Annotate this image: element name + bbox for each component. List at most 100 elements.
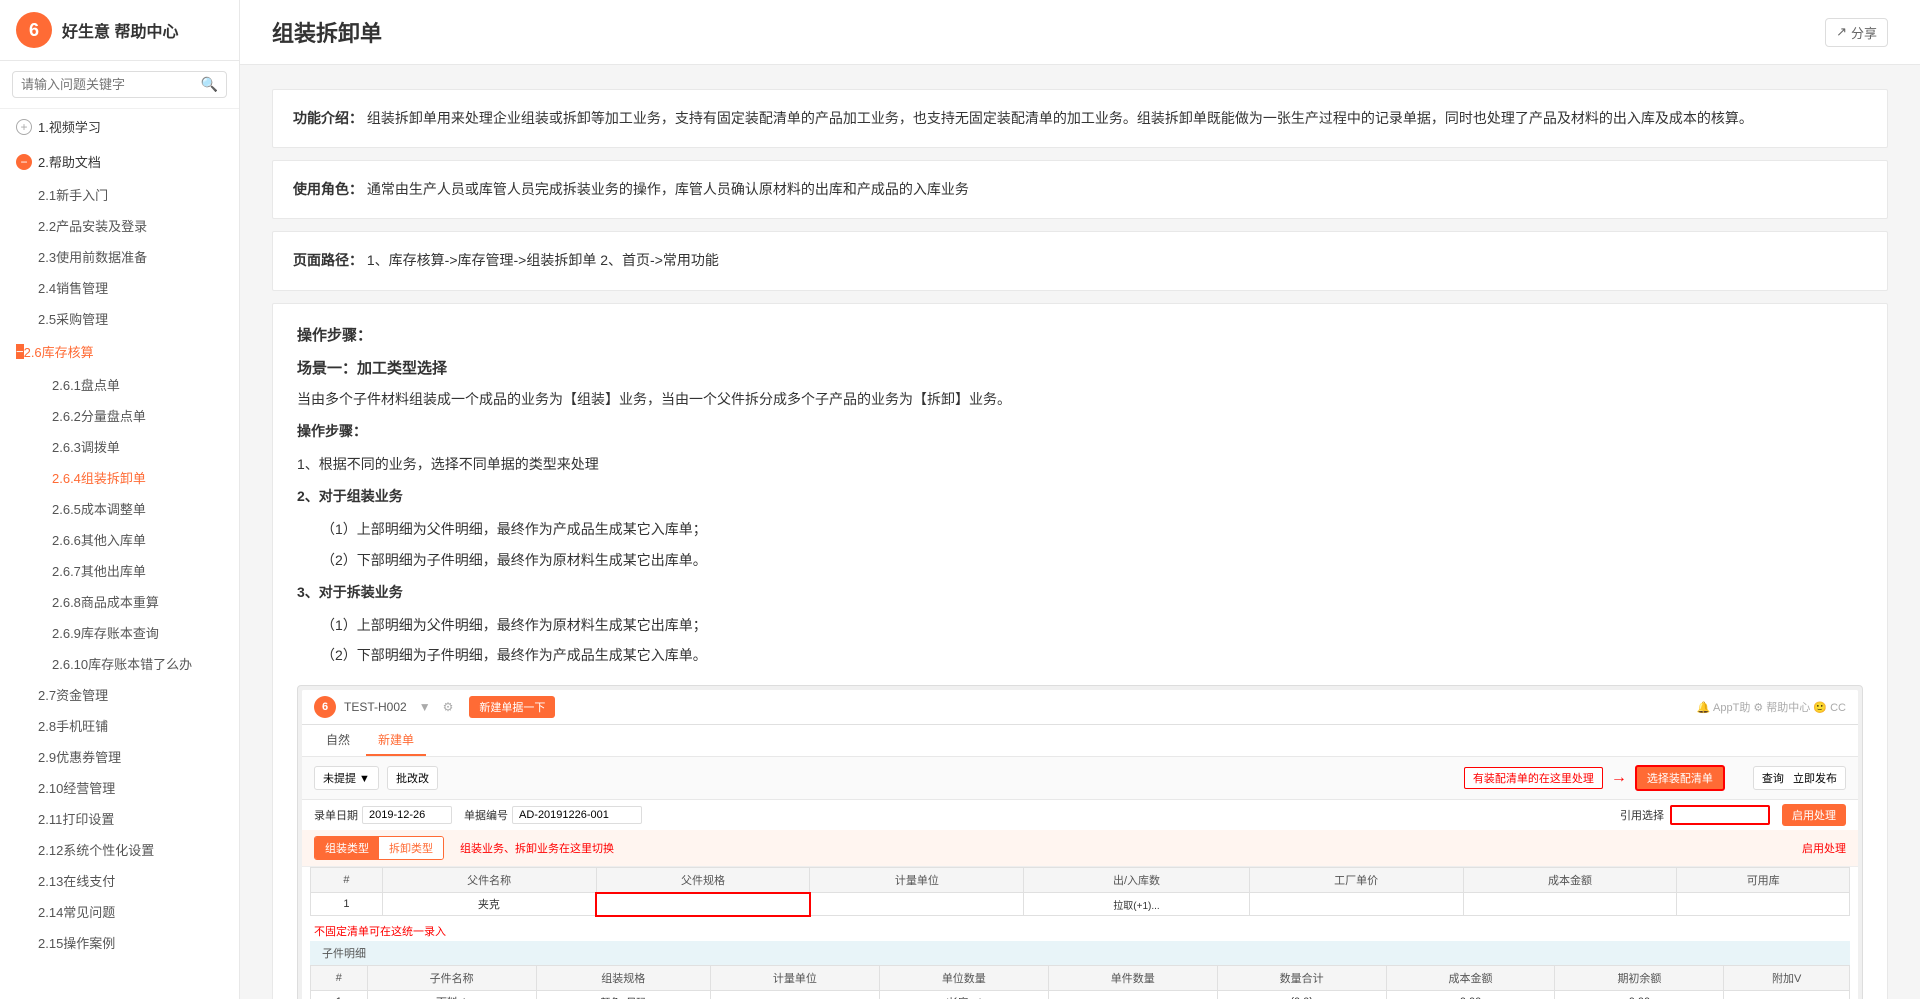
main-content: 组装拆卸单 ↗ 分享 功能介绍： 组装拆卸单用来处理企业组装或拆卸等加工业务，支…: [240, 0, 1920, 999]
mock-btn-status[interactable]: 未提提 ▼: [314, 766, 379, 790]
sidebar-item-2-6-9[interactable]: 2.6.9库存账本查询: [0, 617, 239, 648]
sidebar-item-2-10[interactable]: 2.10经营管理: [0, 772, 239, 803]
sidebar-item-2-6-5[interactable]: 2.6.5成本调整单: [0, 493, 239, 524]
sidebar-item-2-5[interactable]: 2.5采购管理: [0, 303, 239, 334]
mock-tab-2[interactable]: 新建单: [366, 725, 426, 756]
bth-2: 组装规格: [536, 965, 710, 990]
mock-confirm-btn[interactable]: 查询 立即发布: [1753, 766, 1846, 790]
bth-1: 子件名称: [367, 965, 536, 990]
mock-date-input[interactable]: [362, 806, 452, 824]
scene1-desc: 当由多个子件材料组装成一个成品的业务为【组装】业务，当由一个父件拆分成多个子产品…: [297, 386, 1863, 413]
step2-1: （1）上部明细为父件明细，最终作为产成品生成某它入库单；: [321, 516, 1863, 543]
mock-app-id: TEST-H002: [344, 700, 407, 714]
sidebar-item-2-14[interactable]: 2.14常见问题: [0, 896, 239, 927]
bth-6: 数量合计: [1217, 965, 1386, 990]
intro-body: 组装拆卸单用来处理企业组装或拆卸等加工业务，支持有固定装配清单的产品加工业务，也…: [367, 110, 1753, 126]
step2-2: （2）下部明细为子件明细，最终作为原材料生成某它出库单。: [321, 547, 1863, 574]
sidebar-nav: + 1.视频学习 − 2.帮助文档 2.1新手入门 2.2产品安装及登录 2.3…: [0, 109, 239, 999]
sidebar-item-help[interactable]: − 2.帮助文档: [0, 144, 239, 179]
screenshot-container: 6 TEST-H002 ▼ ⚙ 新建单据一下 🔔 AppT助 ⚙ 帮助中心 🙂 …: [297, 685, 1863, 999]
sidebar-item-label: 1.视频学习: [38, 117, 101, 136]
mock-annotation-row: 不固定清单可在这统一录入: [302, 921, 1858, 941]
sidebar-item-2-15[interactable]: 2.15操作案例: [0, 927, 239, 958]
sidebar-item-2-6-10[interactable]: 2.6.10库存账本错了么办: [0, 648, 239, 679]
page-title: 组装拆卸单: [272, 16, 382, 48]
sidebar-item-2-11[interactable]: 2.11打印设置: [0, 803, 239, 834]
sidebar-item-2-8[interactable]: 2.8手机旺铺: [0, 710, 239, 741]
sidebar-item-2-7[interactable]: 2.7资金管理: [0, 679, 239, 710]
bth-4: 单位数量: [879, 965, 1048, 990]
mock-type-disassemble[interactable]: 拆卸类型: [379, 837, 443, 859]
sidebar-item-2-6-7[interactable]: 2.6.7其他出库单: [0, 555, 239, 586]
th-parent-name: 父件名称: [382, 867, 596, 893]
search-input[interactable]: [21, 77, 201, 92]
mock-code-input[interactable]: [512, 806, 642, 824]
mock-menu-bar: 自然 新建单: [302, 725, 1858, 757]
sidebar-item-2-6-4[interactable]: 2.6.4组装拆卸单: [0, 462, 239, 493]
code-label: 单据编号: [464, 807, 508, 823]
sidebar-item-2-1[interactable]: 2.1新手入门: [0, 179, 239, 210]
share-icon: ↗: [1836, 24, 1847, 40]
th-qty: 出/入库数: [1024, 867, 1249, 893]
annotation3: 组装业务、拆卸业务在这里切换: [460, 840, 614, 856]
mock-select-btn[interactable]: 选择装配清单: [1635, 765, 1725, 791]
mock-btn-batch[interactable]: 批改改: [387, 766, 438, 790]
mock-apply-btn[interactable]: 启用处理: [1782, 804, 1846, 826]
sidebar-item-2-4[interactable]: 2.4销售管理: [0, 272, 239, 303]
mock-select-wrap: 引用选择: [1620, 805, 1770, 825]
intro-card: 功能介绍： 组装拆卸单用来处理企业组装或拆卸等加工业务，支持有固定装配清单的产品…: [272, 89, 1888, 148]
mock-tab-3[interactable]: [430, 733, 454, 747]
role-card: 使用角色： 通常由生产人员或库管人员完成拆装业务的操作，库管人员确认原材料的出库…: [272, 160, 1888, 219]
mock-type-assemble[interactable]: 组装类型: [315, 837, 379, 859]
steps-sub-title: 操作步骤：: [297, 418, 1863, 445]
step1: 1、根据不同的业务，选择不同单据的类型来处理: [297, 451, 1863, 478]
search-icon[interactable]: 🔍: [201, 76, 218, 93]
sidebar-item-2-9[interactable]: 2.9优惠券管理: [0, 741, 239, 772]
page-header: 组装拆卸单 ↗ 分享: [240, 0, 1920, 65]
sidebar-item-2-13[interactable]: 2.13在线支付: [0, 865, 239, 896]
collapse-icon: −: [16, 154, 32, 170]
sidebar-item-2-12[interactable]: 2.12系统个性化设置: [0, 834, 239, 865]
sidebar-item-2-2[interactable]: 2.2产品安装及登录: [0, 210, 239, 241]
td-unit: [810, 893, 1024, 916]
path-card: 页面路径： 1、库存核算->库存管理->组装拆卸单 2、首页->常用功能: [272, 231, 1888, 290]
expand-icon: +: [16, 119, 32, 135]
share-button[interactable]: ↗ 分享: [1825, 18, 1888, 47]
td-parent-name: 夹克: [382, 893, 596, 916]
sidebar-item-2-3[interactable]: 2.3使用前数据准备: [0, 241, 239, 272]
sidebar-item-2-6-6[interactable]: 2.6.6其他入库单: [0, 524, 239, 555]
step3: 3、对于拆装业务: [297, 579, 1863, 606]
scene1-title: 场景一：加工类型选择: [297, 357, 1863, 378]
mock-bottom-table-wrap: 子件明细 # 子件名称 组装规格 计量单位 单位数量 单件数量: [302, 941, 1858, 999]
steps-area: 操作步骤： 场景一：加工类型选择 当由多个子件材料组装成一个成品的业务为【组装】…: [272, 303, 1888, 999]
step3-1: （1）上部明细为父件明细，最终作为原材料生成某它出库单；: [321, 612, 1863, 639]
mock-select-input[interactable]: [1670, 805, 1770, 825]
sidebar-item-2-6-3[interactable]: 2.6.3调拨单: [0, 431, 239, 462]
screenshot-inner: 6 TEST-H002 ▼ ⚙ 新建单据一下 🔔 AppT助 ⚙ 帮助中心 🙂 …: [302, 690, 1858, 999]
sidebar-item-2-6-1[interactable]: 2.6.1盘点单: [0, 369, 239, 400]
th-cost: 成本金额: [1463, 867, 1677, 893]
sidebar-item-2-6[interactable]: − 2.6库存核算: [0, 334, 239, 369]
td-available: [1677, 893, 1850, 916]
role-label: 使用角色：: [293, 181, 363, 197]
mock-topbar: 6 TEST-H002 ▼ ⚙ 新建单据一下 🔔 AppT助 ⚙ 帮助中心 🙂 …: [302, 690, 1858, 725]
sidebar-item-video[interactable]: + 1.视频学习: [0, 109, 239, 144]
path-text: 页面路径： 1、库存核算->库存管理->组装拆卸单 2、首页->常用功能: [293, 248, 1867, 273]
bth-0: #: [311, 965, 368, 990]
mock-new-btn[interactable]: 新建单据一下: [469, 696, 555, 718]
sidebar-item-2-6-8[interactable]: 2.6.8商品成本重算: [0, 586, 239, 617]
th-hash: #: [311, 867, 383, 893]
mock-subtable-header: 子件明细: [310, 941, 1850, 965]
mock-app-logo: 6: [314, 696, 336, 718]
annotation1: 有装配清单的在这里处理: [1464, 767, 1603, 789]
path-label: 页面路径：: [293, 252, 363, 268]
bth-5: 单件数量: [1048, 965, 1217, 990]
mock-bottom-table: # 子件名称 组装规格 计量单位 单位数量 单件数量 数量合计 成本金额 期初余…: [310, 965, 1850, 999]
bth-9: 附加V: [1724, 965, 1850, 990]
sidebar-item-2-6-2[interactable]: 2.6.2分量盘点单: [0, 400, 239, 431]
role-text: 使用角色： 通常由生产人员或库管人员完成拆装业务的操作，库管人员确认原材料的出库…: [293, 177, 1867, 202]
content-area: 功能介绍： 组装拆卸单用来处理企业组装或拆卸等加工业务，支持有固定装配清单的产品…: [240, 65, 1920, 999]
subtable-label: 子件明细: [322, 945, 366, 961]
mock-tab-1[interactable]: 自然: [314, 725, 362, 756]
select-label: 引用选择: [1620, 807, 1664, 823]
